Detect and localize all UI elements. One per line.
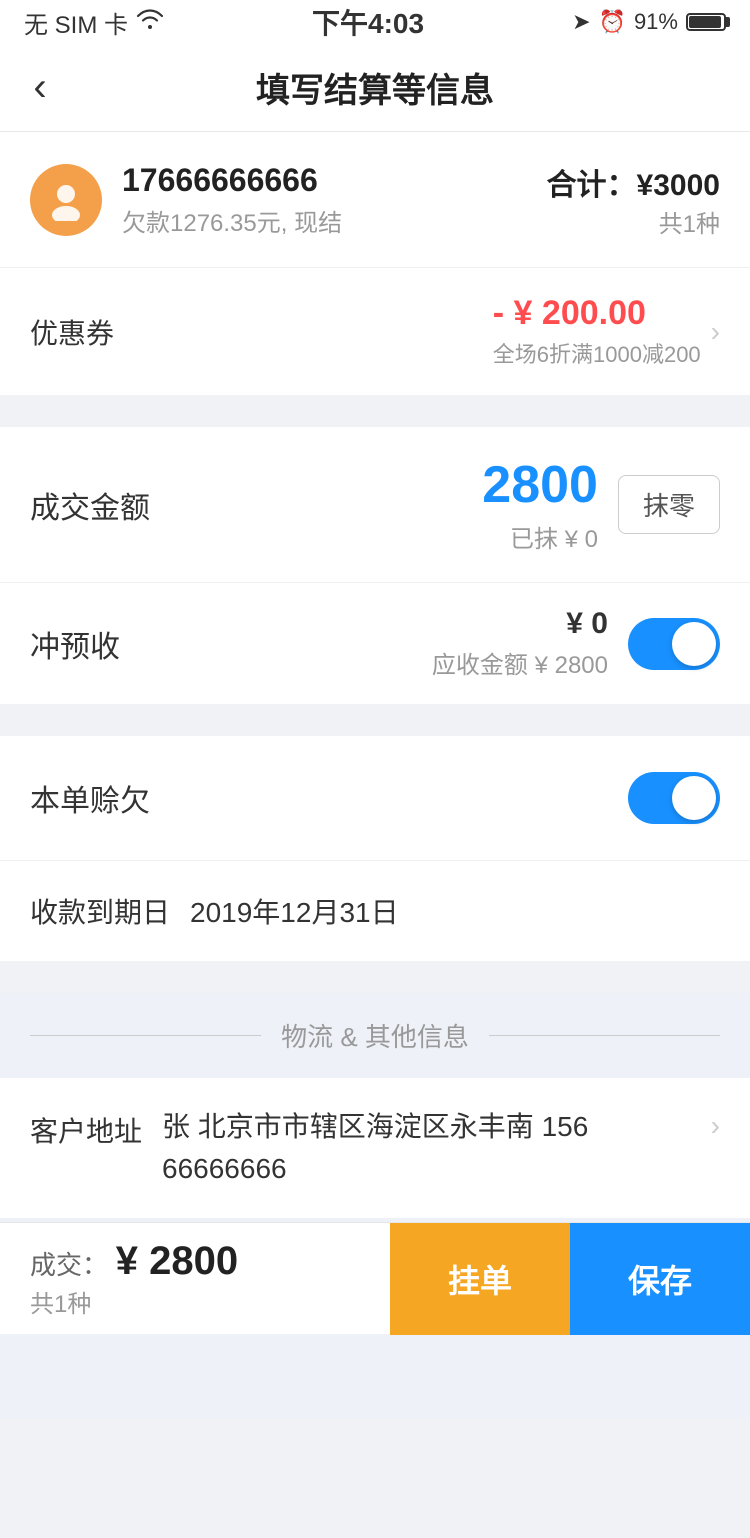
prepay-info: ¥ 0 应收金额 ¥ 2800: [432, 607, 608, 680]
alarm-icon: ⏰: [599, 9, 626, 35]
bottom-deal-row: 成交： ¥ 2800: [30, 1239, 360, 1284]
battery-percent: 91%: [634, 9, 678, 35]
bottom-count: 共1种: [30, 1284, 360, 1319]
bottom-info: 成交： ¥ 2800 共1种: [0, 1239, 390, 1319]
transaction-card: 成交金额 2800 已抹 ¥ 0 抹零 冲预收 ¥ 0 应收金额 ¥ 2800: [0, 427, 750, 704]
coupon-desc: 全场6折满1000减200: [493, 337, 701, 369]
credit-due-card: 本单赊欠 收款到期日 2019年12月31日: [0, 736, 750, 961]
bottom-amount: ¥ 2800: [116, 1239, 238, 1283]
toggle-knob: [672, 622, 716, 666]
coupon-amount: - ¥ 200.00: [493, 294, 701, 333]
address-arrow-icon: ›: [711, 1110, 720, 1142]
gray-divider-1: [0, 411, 750, 427]
location-icon: ➤: [572, 9, 590, 35]
page-title: 填写结算等信息: [256, 63, 494, 112]
gray-divider-2: [0, 720, 750, 736]
status-time: 下午4:03: [312, 2, 424, 42]
due-date-row: 收款到期日 2019年12月31日: [0, 860, 750, 961]
receivable-label: 应收金额 ¥ 2800: [432, 645, 608, 680]
credit-row: 本单赊欠: [0, 736, 750, 860]
erased-label: 已抹 ¥ 0: [482, 519, 598, 554]
sim-label: 无 SIM 卡: [24, 5, 128, 40]
status-right: ➤ ⏰ 91%: [572, 9, 726, 35]
back-icon: ‹: [33, 65, 46, 110]
user-right: 合计：¥3000 共1种: [547, 160, 720, 239]
credit-toggle[interactable]: [628, 772, 720, 824]
user-left: 17666666666 欠款1276.35元, 现结: [30, 162, 342, 238]
transaction-label: 成交金额: [30, 483, 150, 527]
erase-button[interactable]: 抹零: [618, 475, 720, 534]
divider-line-right: [489, 1035, 720, 1036]
transaction-amount: 2800: [482, 455, 598, 515]
gray-divider-3: [0, 977, 750, 993]
user-info: 17666666666 欠款1276.35元, 现结: [122, 162, 342, 238]
prepay-label: 冲预收: [30, 622, 120, 666]
bottom-deal-label: 成交：: [30, 1250, 108, 1280]
credit-toggle-knob: [672, 776, 716, 820]
address-content: 张 北京市市辖区海淀区永丰南 156 66666666: [162, 1106, 691, 1190]
prepay-toggle[interactable]: [628, 618, 720, 670]
user-debt: 欠款1276.35元, 现结: [122, 203, 342, 238]
user-coupon-card: 17666666666 欠款1276.35元, 现结 合计：¥3000 共1种 …: [0, 132, 750, 395]
coupon-label: 优惠券: [30, 312, 114, 352]
prepay-amount: ¥ 0: [432, 607, 608, 641]
credit-label: 本单赊欠: [30, 776, 150, 820]
divider-line-left: [30, 1035, 261, 1036]
coupon-right: - ¥ 200.00 全场6折满1000减200 ›: [493, 294, 720, 369]
address-label: 客户地址: [30, 1110, 142, 1150]
back-button[interactable]: ‹: [0, 44, 80, 132]
amount-right: 2800 已抹 ¥ 0 抹零: [482, 455, 720, 554]
status-left: 无 SIM 卡: [24, 5, 164, 40]
amount-info: 2800 已抹 ¥ 0: [482, 455, 598, 554]
prepay-right: ¥ 0 应收金额 ¥ 2800: [432, 607, 720, 680]
avatar: [30, 164, 102, 236]
logistics-label: 物流 & 其他信息: [281, 1017, 469, 1054]
due-date-label: 收款到期日: [30, 891, 170, 931]
prepay-row: 冲预收 ¥ 0 应收金额 ¥ 2800: [0, 582, 750, 704]
user-phone: 17666666666: [122, 162, 342, 199]
wifi-icon: [136, 8, 164, 36]
coupon-row[interactable]: 优惠券 - ¥ 200.00 全场6折满1000减200 ›: [0, 267, 750, 395]
bottom-bar: 成交： ¥ 2800 共1种 挂单 保存: [0, 1222, 750, 1334]
user-row: 17666666666 欠款1276.35元, 现结 合计：¥3000 共1种: [0, 132, 750, 267]
battery-icon: [686, 13, 726, 31]
due-date-value: 2019年12月31日: [190, 891, 399, 931]
nav-bar: ‹ 填写结算等信息: [0, 44, 750, 132]
status-bar: 无 SIM 卡 下午4:03 ➤ ⏰ 91%: [0, 0, 750, 44]
amount-row: 成交金额 2800 已抹 ¥ 0 抹零: [0, 427, 750, 582]
pending-button[interactable]: 挂单: [390, 1223, 570, 1335]
total-count: 共1种: [547, 204, 720, 239]
address-row[interactable]: 客户地址 张 北京市市辖区海淀区永丰南 156 66666666 ›: [0, 1078, 750, 1218]
save-button[interactable]: 保存: [570, 1223, 750, 1335]
logistics-section: 物流 & 其他信息: [0, 993, 750, 1078]
total-amount: 合计：¥3000: [547, 160, 720, 204]
coupon-arrow-icon: ›: [711, 316, 720, 348]
coupon-info: - ¥ 200.00 全场6折满1000减200: [493, 294, 701, 369]
